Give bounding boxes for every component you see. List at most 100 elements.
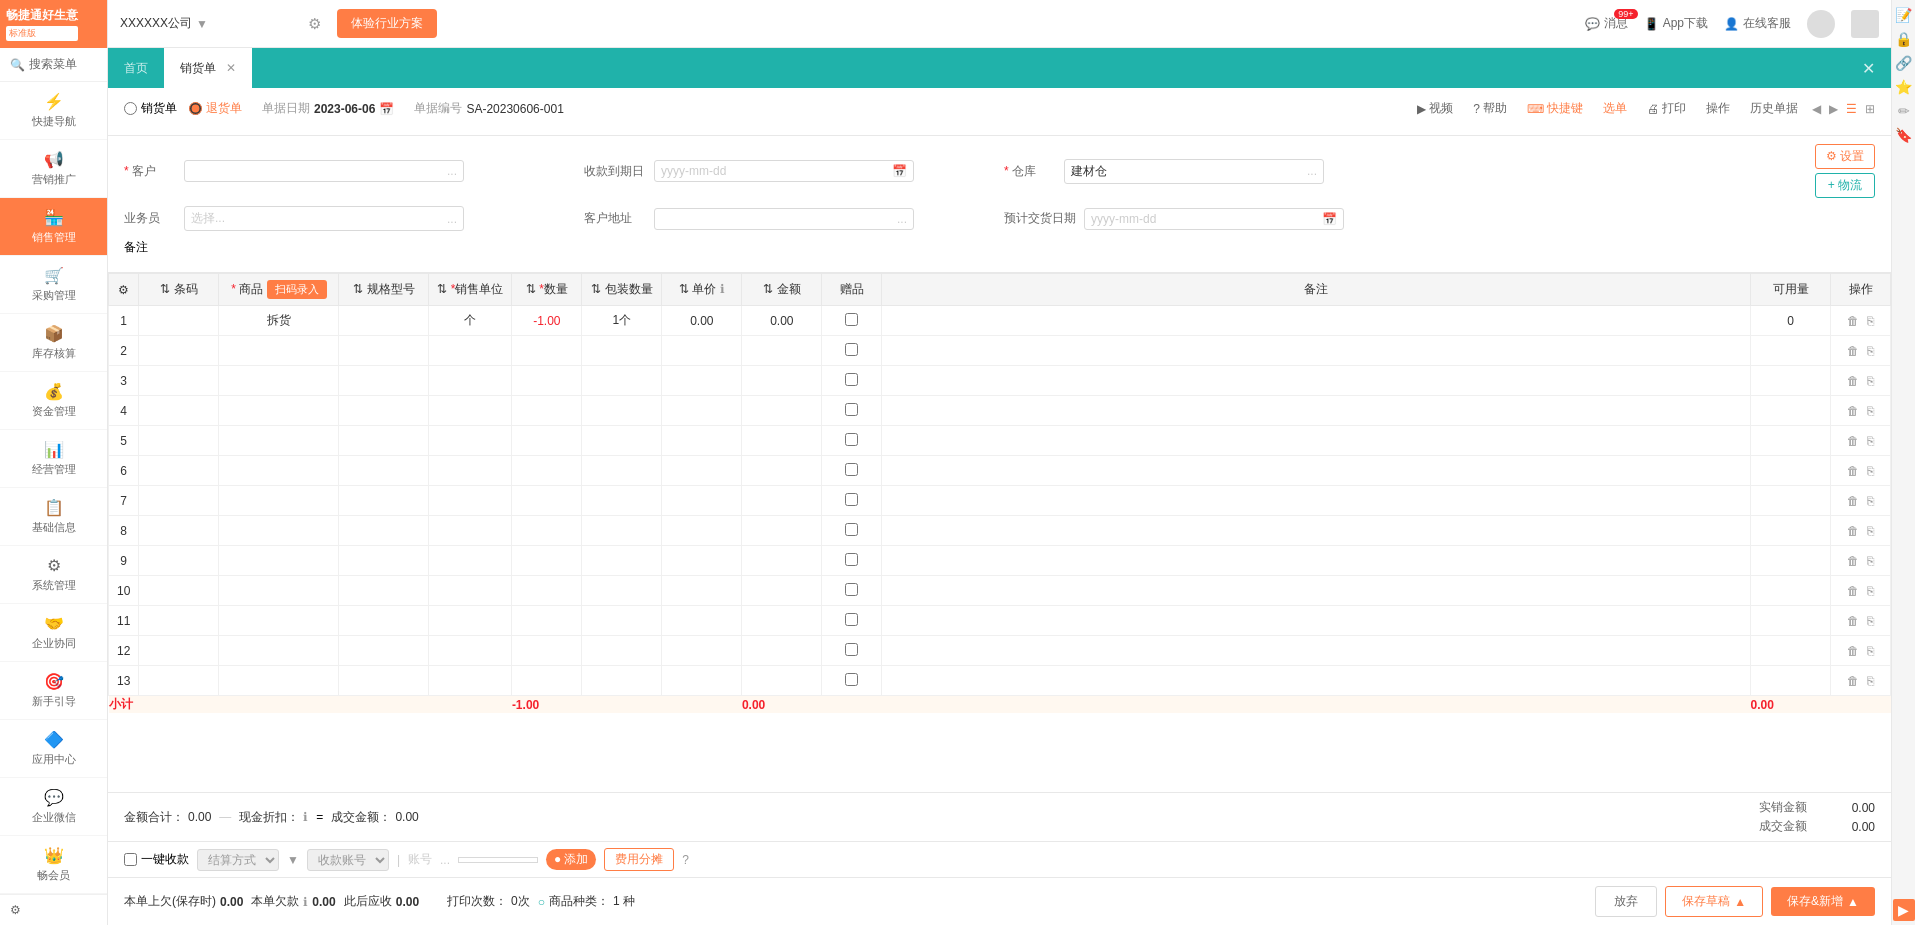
sidebar-item-basic[interactable]: 📋 基础信息 bbox=[0, 488, 107, 546]
row-pkgqty[interactable] bbox=[582, 606, 662, 636]
amount-input[interactable] bbox=[458, 857, 538, 863]
row-barcode[interactable] bbox=[139, 396, 219, 426]
sidebar-item-appstore[interactable]: 🔷 应用中心 bbox=[0, 720, 107, 778]
row-spec[interactable] bbox=[339, 576, 429, 606]
row-qty[interactable] bbox=[512, 486, 582, 516]
select-btn[interactable]: 选单 bbox=[1597, 98, 1633, 119]
sidebar-item-wechat[interactable]: 💬 企业微信 bbox=[0, 778, 107, 836]
row-amount[interactable] bbox=[742, 576, 822, 606]
row-price[interactable] bbox=[662, 576, 742, 606]
delete-icon[interactable]: 🗑 bbox=[1847, 464, 1859, 478]
row-remark[interactable] bbox=[882, 366, 1751, 396]
row-amount[interactable] bbox=[742, 486, 822, 516]
sidebar-item-sales[interactable]: 🏪 销售管理 bbox=[0, 198, 107, 256]
warehouse-input[interactable]: 建材仓 ... bbox=[1064, 159, 1324, 184]
row-pkgqty[interactable] bbox=[582, 336, 662, 366]
row-barcode[interactable] bbox=[139, 606, 219, 636]
row-qty[interactable] bbox=[512, 606, 582, 636]
list-view-icon[interactable]: ☰ bbox=[1846, 102, 1857, 116]
delete-icon[interactable]: 🗑 bbox=[1847, 674, 1859, 688]
ops-btn[interactable]: 操作 bbox=[1700, 98, 1736, 119]
sidebar-item-guide[interactable]: 🎯 新手引导 bbox=[0, 662, 107, 720]
row-spec[interactable] bbox=[339, 426, 429, 456]
row-amount[interactable] bbox=[742, 396, 822, 426]
row-remark[interactable] bbox=[882, 456, 1751, 486]
add-payment-button[interactable]: ● 添加 bbox=[546, 849, 596, 870]
row-barcode[interactable] bbox=[139, 486, 219, 516]
tool-lock[interactable]: 🔒 bbox=[1893, 28, 1915, 50]
tool-orange[interactable]: ▶ bbox=[1893, 899, 1915, 921]
sidebar-item-system[interactable]: ⚙ 系统管理 bbox=[0, 546, 107, 604]
table-scroll[interactable]: ⚙ ⇅ 条码 * 商品 扫码录入 ⇅ 规格型号 bbox=[108, 273, 1891, 792]
row-remark[interactable] bbox=[882, 576, 1751, 606]
row-unit[interactable] bbox=[429, 576, 512, 606]
row-spec[interactable] bbox=[339, 396, 429, 426]
row-unit[interactable] bbox=[429, 426, 512, 456]
row-pkgqty[interactable] bbox=[582, 546, 662, 576]
row-pkgqty[interactable] bbox=[582, 456, 662, 486]
one-click-payment[interactable]: 一键收款 bbox=[124, 851, 189, 868]
copy-icon[interactable]: ⎘ bbox=[1867, 674, 1874, 688]
tool-note[interactable]: 📝 bbox=[1893, 4, 1915, 26]
row-price[interactable] bbox=[662, 336, 742, 366]
copy-icon[interactable]: ⎘ bbox=[1867, 584, 1874, 598]
row-amount[interactable] bbox=[742, 606, 822, 636]
row-barcode[interactable] bbox=[139, 456, 219, 486]
row-product[interactable]: 拆货 bbox=[219, 306, 339, 336]
company-selector[interactable]: XXXXXX公司 ▼ bbox=[120, 15, 300, 32]
row-remark[interactable] bbox=[882, 396, 1751, 426]
row-product[interactable] bbox=[219, 636, 339, 666]
row-remark[interactable] bbox=[882, 336, 1751, 366]
copy-icon[interactable]: ⎘ bbox=[1867, 314, 1874, 328]
row-gift[interactable] bbox=[822, 666, 882, 696]
row-product[interactable] bbox=[219, 576, 339, 606]
row-unit[interactable] bbox=[429, 666, 512, 696]
setting-button[interactable]: ⚙ 设置 bbox=[1815, 144, 1875, 169]
row-price[interactable] bbox=[662, 606, 742, 636]
row-remark[interactable] bbox=[882, 426, 1751, 456]
tool-bookmark[interactable]: 🔖 bbox=[1893, 124, 1915, 146]
delete-icon[interactable]: 🗑 bbox=[1847, 584, 1859, 598]
tab-home[interactable]: 首页 bbox=[108, 48, 164, 88]
row-barcode[interactable] bbox=[139, 636, 219, 666]
row-unit[interactable] bbox=[429, 546, 512, 576]
row-product[interactable] bbox=[219, 546, 339, 576]
row-qty[interactable] bbox=[512, 636, 582, 666]
due-date-input[interactable]: yyyy-mm-dd 📅 bbox=[654, 160, 914, 182]
radio-return[interactable]: 退货单 bbox=[189, 100, 242, 117]
row-qty[interactable] bbox=[512, 576, 582, 606]
account-select[interactable]: 收款账号 bbox=[307, 849, 389, 871]
row-gift[interactable] bbox=[822, 366, 882, 396]
row-price[interactable] bbox=[662, 546, 742, 576]
sidebar-item-enterprise[interactable]: 🤝 企业协同 bbox=[0, 604, 107, 662]
calendar-icon[interactable]: 📅 bbox=[379, 102, 394, 116]
save-draft-button[interactable]: 保存草稿 ▲ bbox=[1665, 886, 1763, 917]
row-amount[interactable] bbox=[742, 516, 822, 546]
nav-prev-icon[interactable]: ◀ bbox=[1812, 102, 1821, 116]
tab-close-icon[interactable]: ✕ bbox=[226, 61, 236, 75]
row-amount[interactable] bbox=[742, 336, 822, 366]
copy-icon[interactable]: ⎘ bbox=[1867, 374, 1874, 388]
row-remark[interactable] bbox=[882, 666, 1751, 696]
row-qty[interactable] bbox=[512, 366, 582, 396]
row-spec[interactable] bbox=[339, 306, 429, 336]
copy-icon[interactable]: ⎘ bbox=[1867, 524, 1874, 538]
row-amount[interactable] bbox=[742, 666, 822, 696]
row-qty[interactable] bbox=[512, 516, 582, 546]
row-unit[interactable] bbox=[429, 486, 512, 516]
save-new-button[interactable]: 保存&新增 ▲ bbox=[1771, 887, 1875, 916]
row-pkgqty[interactable] bbox=[582, 486, 662, 516]
sidebar-search[interactable]: 🔍 搜索菜单 bbox=[0, 48, 107, 82]
row-qty[interactable]: -1.00 bbox=[512, 306, 582, 336]
sidebar-settings-btn[interactable]: ⚙ bbox=[0, 895, 107, 925]
grid-view-icon[interactable]: ⊞ bbox=[1865, 102, 1875, 116]
row-amount[interactable] bbox=[742, 456, 822, 486]
row-spec[interactable] bbox=[339, 606, 429, 636]
sidebar-item-purchase[interactable]: 🛒 采购管理 bbox=[0, 256, 107, 314]
th-settings[interactable]: ⚙ bbox=[109, 274, 139, 306]
customer-addr-input[interactable]: ... bbox=[654, 208, 914, 230]
row-product[interactable] bbox=[219, 396, 339, 426]
row-product[interactable] bbox=[219, 486, 339, 516]
print-btn[interactable]: 🖨 打印 bbox=[1641, 98, 1692, 119]
row-unit[interactable] bbox=[429, 366, 512, 396]
